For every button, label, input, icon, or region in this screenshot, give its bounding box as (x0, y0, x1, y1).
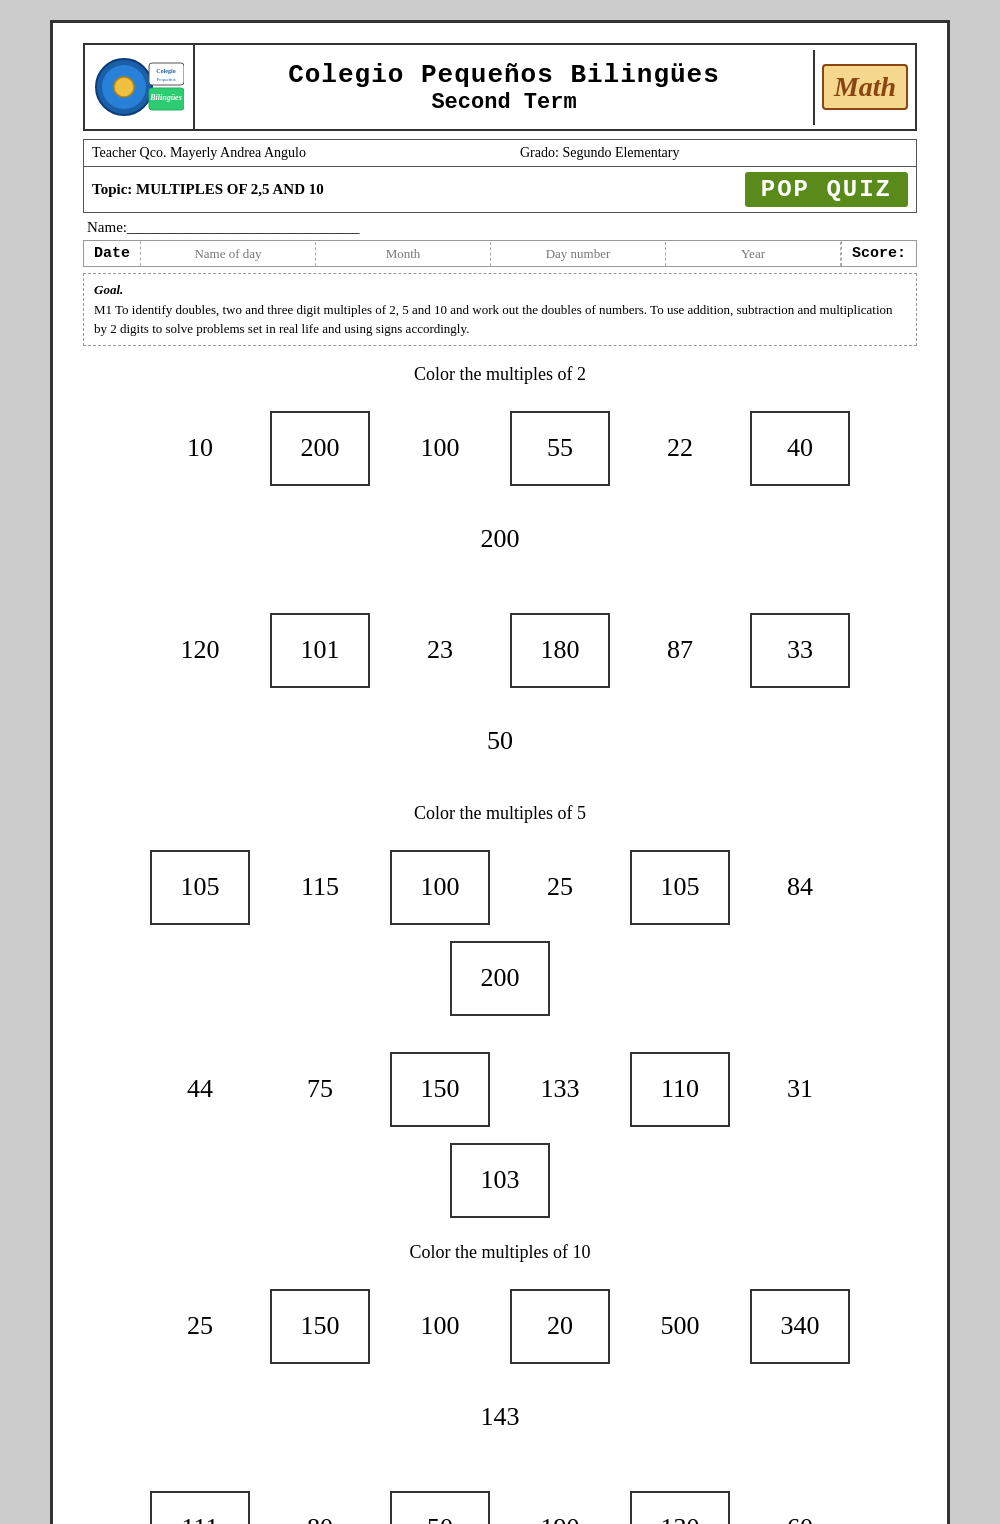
title-line2: Second Term (205, 90, 803, 115)
logo-right: Math (815, 56, 915, 118)
number-cell[interactable]: 500 (630, 1289, 730, 1364)
logo-left: Colegio Pequeños Bilingües (85, 45, 195, 129)
pop-quiz-badge: POP QUIZ (745, 172, 908, 207)
number-cell[interactable]: 100 (390, 411, 490, 486)
goal-title: Goal. (94, 280, 906, 300)
number-cell[interactable]: 120 (150, 613, 250, 688)
teacher-label: Teacher Qco. Mayerly Andrea Angulo (92, 145, 480, 161)
number-cell[interactable]: 50 (390, 1491, 490, 1525)
number-cell[interactable]: 100 (390, 1289, 490, 1364)
svg-text:Colegio: Colegio (156, 68, 175, 74)
school-logo-icon: Colegio Pequeños Bilingües (94, 53, 184, 121)
goal-text: M1 To identify doubles, two and three di… (94, 300, 906, 339)
name-label: Name:_______________________________ (87, 219, 359, 235)
math-logo: Math (822, 64, 908, 110)
number-cell[interactable]: 25 (150, 1289, 250, 1364)
date-field-day-number[interactable]: Day number (491, 242, 666, 266)
header: Colegio Pequeños Bilingües Colegio Peque… (83, 43, 917, 131)
date-row: Date Name of day Month Day number Year S… (83, 240, 917, 267)
svg-text:Bilingües: Bilingües (149, 93, 182, 102)
number-cell[interactable]: 105 (150, 850, 250, 925)
number-cell[interactable]: 190 (510, 1491, 610, 1525)
number-cell[interactable]: 100 (390, 850, 490, 925)
number-cell[interactable]: 50 (450, 704, 550, 779)
number-cell[interactable]: 80 (270, 1491, 370, 1525)
number-cell[interactable]: 20 (510, 1289, 610, 1364)
header-title: Colegio Pequeños Bilingües Second Term (195, 50, 815, 125)
title-line1: Colegio Pequeños Bilingües (205, 60, 803, 90)
number-cell[interactable]: 200 (270, 411, 370, 486)
section2-row2: 44 75 150 133 110 31 103 (83, 1044, 917, 1226)
number-cell[interactable]: 180 (510, 613, 610, 688)
score-label: Score: (841, 241, 916, 266)
number-cell[interactable]: 200 (450, 502, 550, 577)
section3-row2: 111 80 50 190 130 60 211 (83, 1483, 917, 1525)
number-cell[interactable]: 133 (510, 1052, 610, 1127)
number-cell[interactable]: 111 (150, 1491, 250, 1525)
section3-title: Color the multiples of 10 (83, 1242, 917, 1263)
number-cell[interactable]: 115 (270, 850, 370, 925)
section1-row2: 120 101 23 180 87 33 50 (83, 605, 917, 787)
section3-row1: 25 150 100 20 500 340 143 (83, 1281, 917, 1463)
date-field-month[interactable]: Month (316, 242, 491, 266)
goal-box: Goal. M1 To identify doubles, two and th… (83, 273, 917, 346)
teacher-row: Teacher Qco. Mayerly Andrea Angulo Grado… (83, 139, 917, 166)
grado-label: Grado: Segundo Elementary (480, 145, 908, 161)
number-cell[interactable]: 130 (630, 1491, 730, 1525)
section2: Color the multiples of 5 105 115 100 25 … (83, 803, 917, 1226)
number-cell[interactable]: 23 (390, 613, 490, 688)
number-cell[interactable]: 10 (150, 411, 250, 486)
number-cell[interactable]: 84 (750, 850, 850, 925)
section3: Color the multiples of 10 25 150 100 20 … (83, 1242, 917, 1525)
number-cell[interactable]: 87 (630, 613, 730, 688)
number-cell[interactable]: 110 (630, 1052, 730, 1127)
number-cell[interactable]: 103 (450, 1143, 550, 1218)
number-cell[interactable]: 75 (270, 1052, 370, 1127)
section1-row1: 10 200 100 55 22 40 200 (83, 403, 917, 585)
number-cell[interactable]: 25 (510, 850, 610, 925)
number-cell[interactable]: 44 (150, 1052, 250, 1127)
number-cell[interactable]: 150 (390, 1052, 490, 1127)
date-label: Date (84, 241, 141, 266)
number-cell[interactable]: 101 (270, 613, 370, 688)
number-cell[interactable]: 105 (630, 850, 730, 925)
number-cell[interactable]: 31 (750, 1052, 850, 1127)
section1-title: Color the multiples of 2 (83, 364, 917, 385)
date-field-day-name[interactable]: Name of day (141, 242, 316, 266)
section1: Color the multiples of 2 10 200 100 55 2… (83, 364, 917, 787)
number-cell[interactable]: 150 (270, 1289, 370, 1364)
section2-row1: 105 115 100 25 105 84 200 (83, 842, 917, 1024)
date-field-year[interactable]: Year (666, 242, 841, 266)
name-row: Name:_______________________________ (83, 219, 917, 236)
number-cell[interactable]: 55 (510, 411, 610, 486)
page: Colegio Pequeños Bilingües Colegio Peque… (50, 20, 950, 1524)
number-cell[interactable]: 40 (750, 411, 850, 486)
number-cell[interactable]: 60 (750, 1491, 850, 1525)
svg-point-2 (114, 77, 134, 97)
topic-label: Topic: MULTIPLES OF 2,5 AND 10 (92, 181, 745, 198)
topic-row: Topic: MULTIPLES OF 2,5 AND 10 POP QUIZ (83, 166, 917, 213)
number-cell[interactable]: 200 (450, 941, 550, 1016)
number-cell[interactable]: 143 (450, 1380, 550, 1455)
number-cell[interactable]: 33 (750, 613, 850, 688)
number-cell[interactable]: 340 (750, 1289, 850, 1364)
number-cell[interactable]: 22 (630, 411, 730, 486)
section2-title: Color the multiples of 5 (83, 803, 917, 824)
svg-text:Pequeños: Pequeños (156, 77, 175, 82)
